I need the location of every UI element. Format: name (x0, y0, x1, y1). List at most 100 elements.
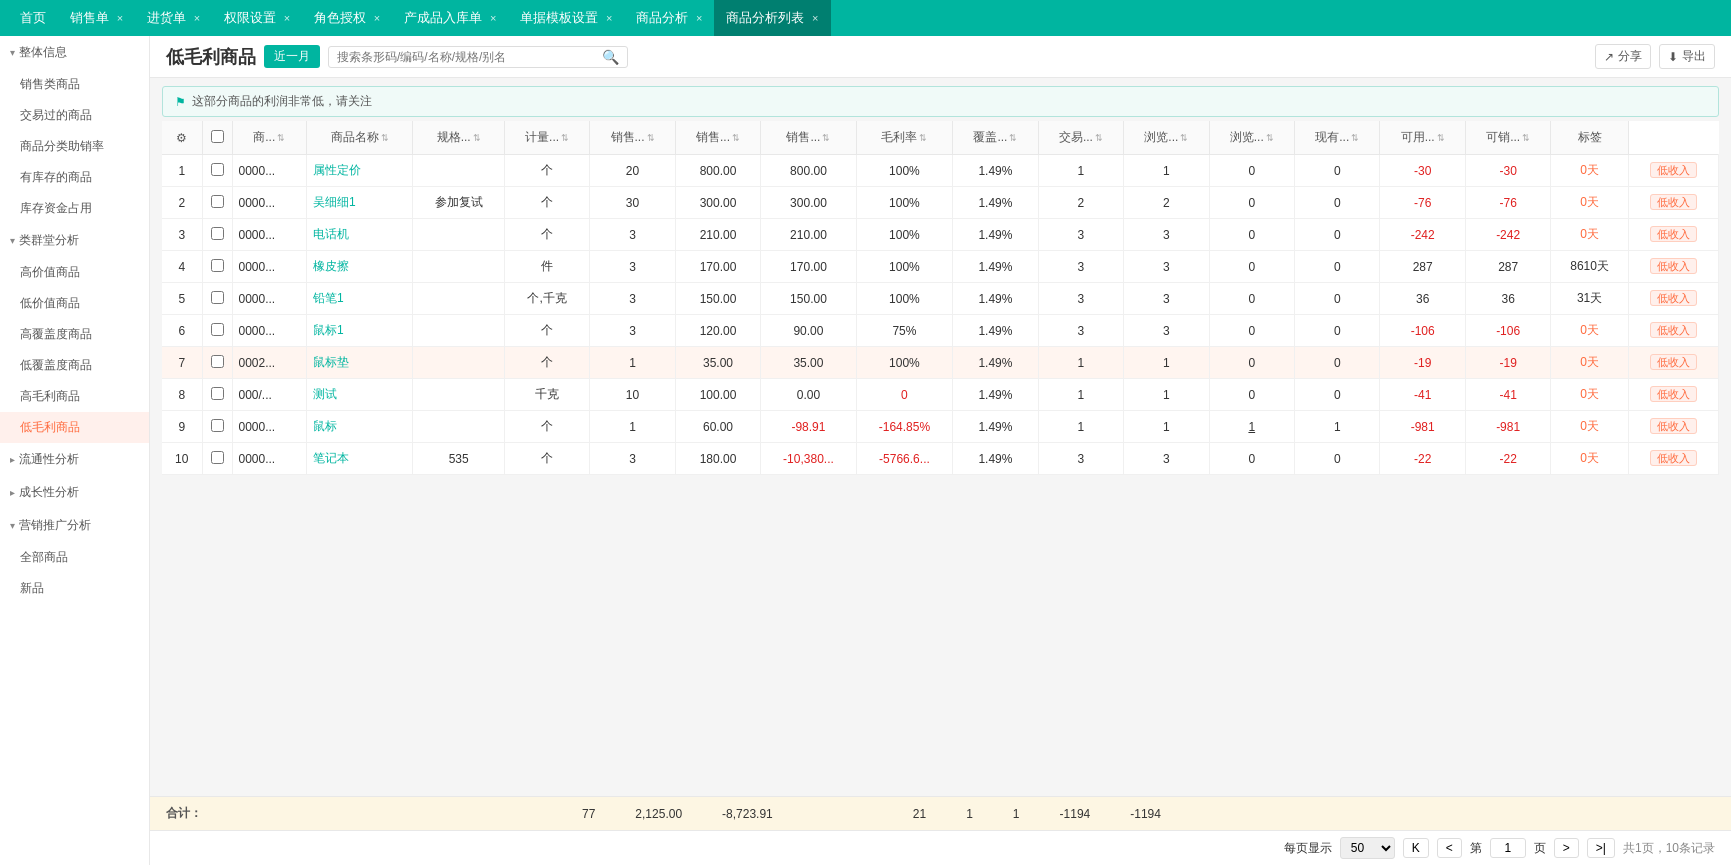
col-sale-qty[interactable]: 销售...⇅ (590, 121, 675, 155)
nav-item-template[interactable]: 单据模板设置 × (508, 0, 624, 36)
cell-name[interactable]: 鼠标垫 (307, 347, 413, 379)
sidebar-item-high-margin[interactable]: 高毛利商品 (0, 381, 149, 412)
sidebar-item-high-value[interactable]: 高价值商品 (0, 257, 149, 288)
col-transaction[interactable]: 交易...⇅ (1038, 121, 1123, 155)
col-unit[interactable]: 计量...⇅ (504, 121, 589, 155)
per-page-select[interactable]: 50 100 200 (1340, 837, 1395, 859)
cell-gross-rate: 1.49% (953, 443, 1038, 475)
col-saleable-days[interactable]: 可销...⇅ (1465, 121, 1550, 155)
cell-checkbox[interactable] (202, 443, 232, 475)
col-browse2[interactable]: 浏览...⇅ (1209, 121, 1294, 155)
sidebar-section-growth[interactable]: ▸ 成长性分析 (0, 476, 149, 509)
sidebar-item-sales-goods[interactable]: 销售类商品 (0, 69, 149, 100)
row-checkbox[interactable] (211, 419, 224, 432)
col-browse1[interactable]: 浏览...⇅ (1124, 121, 1209, 155)
cell-checkbox[interactable] (202, 347, 232, 379)
close-icon[interactable]: × (696, 12, 702, 24)
sidebar-item-stock-goods[interactable]: 有库存的商品 (0, 162, 149, 193)
col-coverage[interactable]: 覆盖...⇅ (953, 121, 1038, 155)
cell-checkbox[interactable] (202, 411, 232, 443)
gear-icon[interactable]: ⚙ (176, 131, 187, 145)
row-checkbox[interactable] (211, 259, 224, 272)
cell-checkbox[interactable] (202, 379, 232, 411)
col-sale-profit[interactable]: 销售...⇅ (761, 121, 856, 155)
close-icon[interactable]: × (606, 12, 612, 24)
cell-name[interactable]: 属性定价 (307, 155, 413, 187)
col-available[interactable]: 可用...⇅ (1380, 121, 1465, 155)
row-checkbox[interactable] (211, 355, 224, 368)
cell-name[interactable]: 铅笔1 (307, 283, 413, 315)
col-gear[interactable]: ⚙ (162, 121, 202, 155)
share-button[interactable]: ↗ 分享 (1595, 44, 1651, 69)
cell-checkbox[interactable] (202, 155, 232, 187)
first-page-button[interactable]: K (1403, 838, 1429, 858)
cell-name[interactable]: 测试 (307, 379, 413, 411)
sidebar-item-high-coverage[interactable]: 高覆盖度商品 (0, 319, 149, 350)
cell-sale-amount: 120.00 (675, 315, 760, 347)
sidebar-item-traded-goods[interactable]: 交易过的商品 (0, 100, 149, 131)
row-checkbox[interactable] (211, 163, 224, 176)
sidebar-item-low-coverage[interactable]: 低覆盖度商品 (0, 350, 149, 381)
close-icon[interactable]: × (117, 12, 123, 24)
col-name[interactable]: 商品名称⇅ (307, 121, 413, 155)
nav-item-role[interactable]: 角色授权 × (302, 0, 392, 36)
sidebar-item-category-rate[interactable]: 商品分类助销率 (0, 131, 149, 162)
cell-saleable-days: 0天 (1551, 187, 1629, 219)
sidebar-item-all-goods[interactable]: 全部商品 (0, 542, 149, 573)
cell-checkbox[interactable] (202, 283, 232, 315)
sidebar-section-overall[interactable]: ▾ 整体信息 (0, 36, 149, 69)
sidebar-section-marketing[interactable]: ▾ 营销推广分析 (0, 509, 149, 542)
close-icon[interactable]: × (374, 12, 380, 24)
nav-item-goods-analysis-list[interactable]: 商品分析列表 × (714, 0, 830, 36)
sidebar-item-low-margin[interactable]: 低毛利商品 (0, 412, 149, 443)
row-checkbox[interactable] (211, 227, 224, 240)
select-all-checkbox[interactable] (211, 130, 224, 143)
cell-name[interactable]: 电话机 (307, 219, 413, 251)
col-sale-amount[interactable]: 销售...⇅ (675, 121, 760, 155)
sidebar-section-circulation[interactable]: ▸ 流通性分析 (0, 443, 149, 476)
row-checkbox[interactable] (211, 451, 224, 464)
period-button[interactable]: 近一月 (264, 45, 320, 68)
cell-checkbox[interactable] (202, 315, 232, 347)
col-code[interactable]: 商...⇅ (232, 121, 307, 155)
sidebar-item-stock-capital[interactable]: 库存资金占用 (0, 193, 149, 224)
cell-profit-rate: 100% (856, 155, 953, 187)
search-icon[interactable]: 🔍 (602, 49, 619, 65)
cell-available: -22 (1465, 443, 1550, 475)
cell-name[interactable]: 鼠标 (307, 411, 413, 443)
cell-name[interactable]: 吴细细1 (307, 187, 413, 219)
cell-name[interactable]: 橡皮擦 (307, 251, 413, 283)
prev-page-button[interactable]: < (1437, 838, 1462, 858)
nav-item-home[interactable]: 首页 (8, 0, 58, 36)
close-icon[interactable]: × (284, 12, 290, 24)
search-input[interactable] (337, 50, 602, 64)
nav-item-permission[interactable]: 权限设置 × (212, 0, 302, 36)
last-page-button[interactable]: >| (1587, 838, 1615, 858)
sidebar-item-new-goods[interactable]: 新品 (0, 573, 149, 604)
close-icon[interactable]: × (194, 12, 200, 24)
cell-checkbox[interactable] (202, 251, 232, 283)
nav-item-product-entry[interactable]: 产成品入库单 × (392, 0, 508, 36)
row-checkbox[interactable] (211, 195, 224, 208)
row-checkbox[interactable] (211, 291, 224, 304)
page-number-input[interactable] (1490, 838, 1526, 858)
cell-name[interactable]: 鼠标1 (307, 315, 413, 347)
cell-checkbox[interactable] (202, 187, 232, 219)
close-icon[interactable]: × (490, 12, 496, 24)
nav-item-purchase[interactable]: 进货单 × (135, 0, 212, 36)
row-checkbox[interactable] (211, 323, 224, 336)
cell-browse1[interactable]: 1 (1209, 411, 1294, 443)
export-button[interactable]: ⬇ 导出 (1659, 44, 1715, 69)
col-current-stock[interactable]: 现有...⇅ (1295, 121, 1380, 155)
cell-checkbox[interactable] (202, 219, 232, 251)
next-page-button[interactable]: > (1554, 838, 1579, 858)
close-icon[interactable]: × (812, 12, 818, 24)
sidebar-item-low-value[interactable]: 低价值商品 (0, 288, 149, 319)
sidebar-section-cluster[interactable]: ▾ 类群堂分析 (0, 224, 149, 257)
cell-name[interactable]: 笔记本 (307, 443, 413, 475)
nav-item-sales[interactable]: 销售单 × (58, 0, 135, 36)
nav-item-goods-analysis[interactable]: 商品分析 × (624, 0, 714, 36)
col-spec[interactable]: 规格...⇅ (413, 121, 504, 155)
col-gross-rate[interactable]: 毛利率⇅ (856, 121, 953, 155)
row-checkbox[interactable] (211, 387, 224, 400)
